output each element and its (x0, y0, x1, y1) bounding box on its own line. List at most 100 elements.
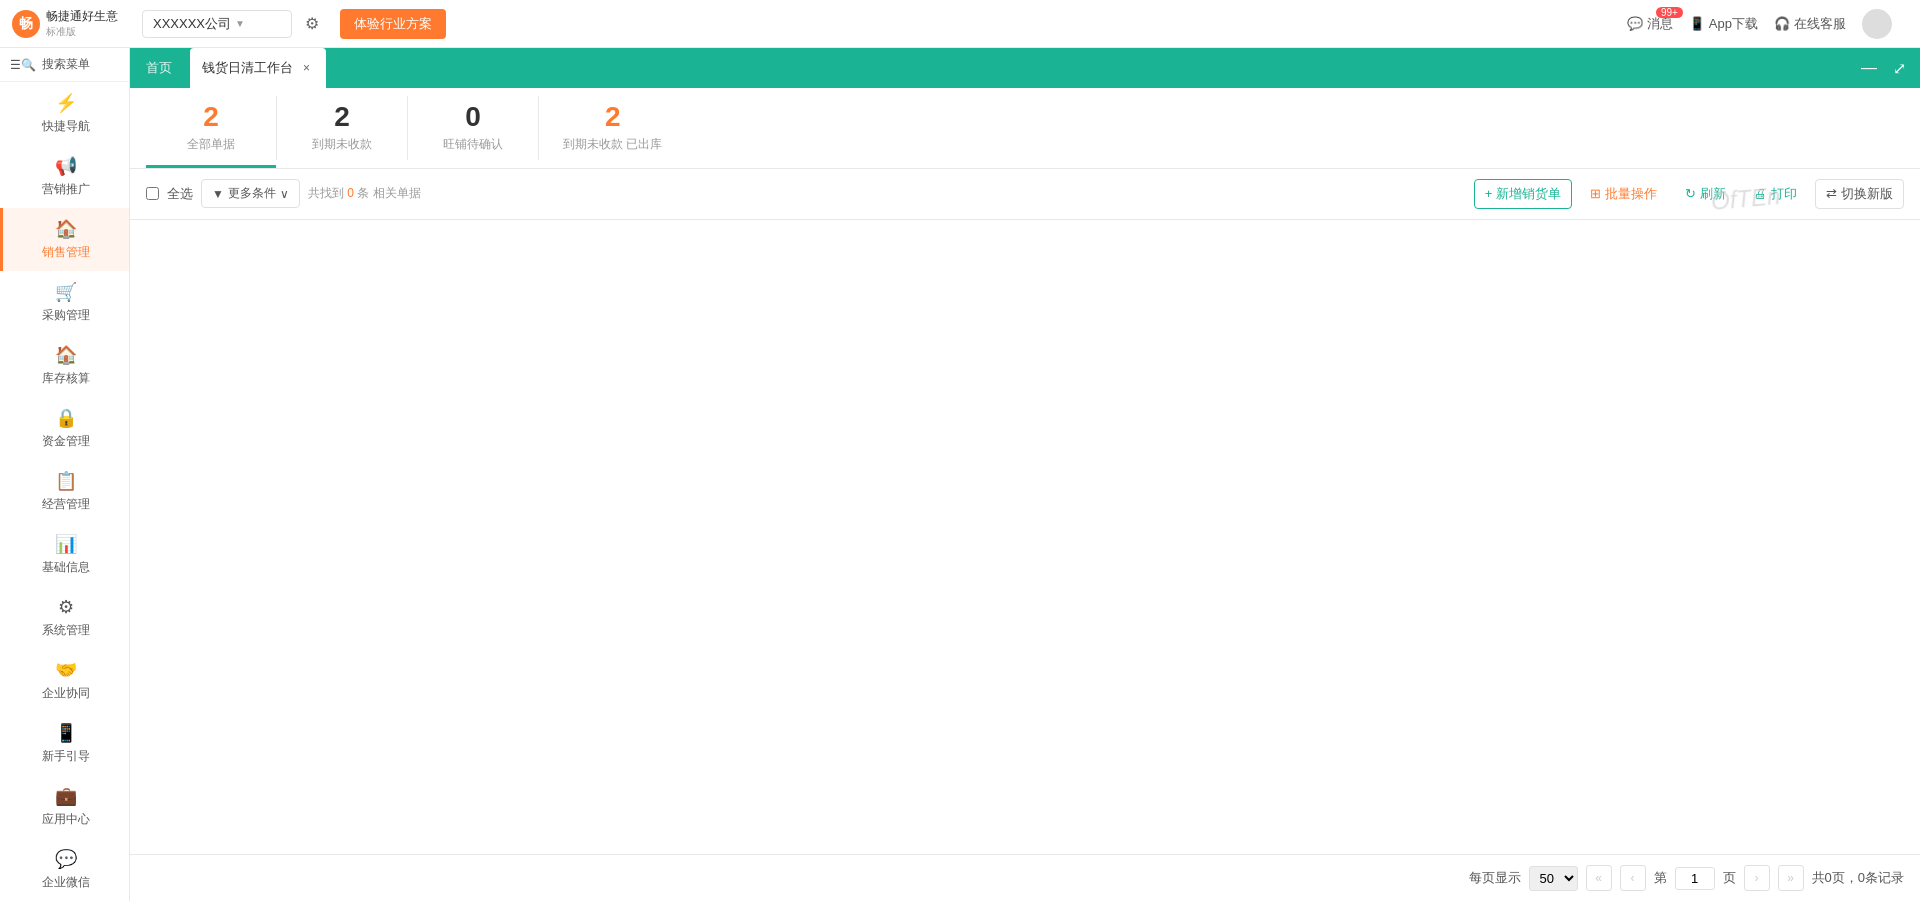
select-all-checkbox[interactable] (146, 187, 159, 200)
filter-icon: ▼ (212, 187, 224, 201)
stat-count-shipped: 2 (563, 100, 662, 134)
stats-row: 2 全部单据 2 到期未收款 0 旺铺待确认 2 到期未收款 已出库 (130, 88, 1920, 169)
sidebar: ☰🔍 搜索菜单 ⚡ 快捷导航 📢 营销推广 🏠 销售管理 🛒 采购管理 🏠 库存… (0, 48, 130, 901)
header-right: 💬 消息 99+ 📱 App下载 🎧 在线客服 (1627, 9, 1908, 39)
marketing-icon: 📢 (55, 155, 77, 177)
sidebar-item-newbie[interactable]: 📱 新手引导 (0, 712, 129, 775)
tab-maximize-button[interactable]: ⤢ (1887, 55, 1912, 82)
tab-close-icon[interactable]: × (299, 59, 314, 77)
newbie-icon: 📱 (55, 722, 77, 744)
search-icon: ☰🔍 (10, 58, 36, 72)
prev-page-button[interactable]: ‹ (1620, 865, 1646, 891)
found-count: 0 (347, 186, 354, 200)
batch-operations-button[interactable]: ⊞ 批量操作 (1580, 180, 1667, 208)
sales-icon: 🏠 (55, 218, 77, 240)
sidebar-item-app-center[interactable]: 💼 应用中心 (0, 775, 129, 838)
toolbar: 全选 ▼ 更多条件 ∨ 共找到 0 条 相关单据 + 新增销货单 ⊞ 批量 (130, 169, 1920, 220)
company-name: XXXXXX公司 (153, 15, 231, 33)
message-icon: 💬 (1627, 16, 1643, 31)
app-download-button[interactable]: 📱 App下载 (1689, 15, 1758, 33)
stat-count-all: 2 (170, 100, 252, 134)
page-size-select[interactable]: 50 (1529, 866, 1578, 891)
avatar[interactable] (1862, 9, 1892, 39)
select-all-label: 全选 (167, 185, 193, 203)
logo-area: 畅 畅捷通好生意 标准版 (12, 9, 142, 38)
sidebar-item-operations[interactable]: 📋 经营管理 (0, 460, 129, 523)
stat-card-overdue[interactable]: 2 到期未收款 (277, 88, 407, 168)
sidebar-item-quick-nav[interactable]: ⚡ 快捷导航 (0, 82, 129, 145)
stat-card-shipped[interactable]: 2 到期未收款 已出库 (539, 88, 686, 168)
stat-card-all[interactable]: 2 全部单据 (146, 88, 276, 168)
tab-workbench[interactable]: 钱货日清工作台 × (190, 48, 326, 88)
first-page-button[interactable]: « (1586, 865, 1612, 891)
stat-count-pending: 0 (432, 100, 514, 134)
sidebar-item-cooperation[interactable]: 🤝 企业协同 (0, 649, 129, 712)
sidebar-item-system[interactable]: ⚙ 系统管理 (0, 586, 129, 649)
logo-text: 畅捷通好生意 标准版 (46, 9, 118, 38)
page-label: 第 (1654, 869, 1667, 887)
table-area (130, 220, 1920, 854)
batch-icon: ⊞ (1590, 186, 1601, 201)
tab-minimize-button[interactable]: — (1855, 55, 1883, 81)
top-header: 畅 畅捷通好生意 标准版 XXXXXX公司 ▼ ⚙ 体验行业方案 💬 消息 99… (0, 0, 1920, 48)
sidebar-item-marketing[interactable]: 📢 营销推广 (0, 145, 129, 208)
sidebar-item-inventory[interactable]: 🏠 库存核算 (0, 334, 129, 397)
tab-bar: 首页 钱货日清工作台 × — ⤢ (130, 48, 1920, 88)
stat-label-pending: 旺铺待确认 (432, 136, 514, 153)
stat-card-pending[interactable]: 0 旺铺待确认 (408, 88, 538, 168)
online-service-button[interactable]: 🎧 在线客服 (1774, 15, 1846, 33)
message-badge: 99+ (1656, 7, 1683, 18)
wechat-icon: 💬 (55, 848, 77, 870)
sidebar-item-sales[interactable]: 🏠 销售管理 (0, 208, 129, 271)
service-icon: 🎧 (1774, 16, 1790, 31)
try-industry-button[interactable]: 体验行业方案 (340, 9, 446, 39)
tab-home[interactable]: 首页 (130, 48, 188, 88)
switch-icon: ⇄ (1826, 186, 1837, 201)
add-sales-order-button[interactable]: + 新增销货单 (1474, 179, 1572, 209)
toolbar-right: + 新增销货单 ⊞ 批量操作 ↻ 刷新 🖨 打印 ⇄ (1474, 179, 1904, 209)
sidebar-item-wechat[interactable]: 💬 企业微信 (0, 838, 129, 901)
stat-label-overdue: 到期未收款 (301, 136, 383, 153)
sidebar-item-purchase[interactable]: 🛒 采购管理 (0, 271, 129, 334)
page-content: 2 全部单据 2 到期未收款 0 旺铺待确认 2 到期未收款 已出库 (130, 88, 1920, 901)
sidebar-item-basic-info[interactable]: 📊 基础信息 (0, 523, 129, 586)
basic-info-icon: 📊 (55, 533, 77, 555)
filter-button[interactable]: ▼ 更多条件 ∨ (201, 179, 300, 208)
chevron-down-icon: ▼ (235, 18, 245, 29)
page-suffix: 页 (1723, 869, 1736, 887)
app-center-icon: 💼 (55, 785, 77, 807)
finance-icon: 🔒 (55, 407, 77, 429)
print-button[interactable]: 🖨 打印 (1744, 180, 1807, 208)
total-info: 共0页，0条记录 (1812, 869, 1904, 887)
page-size-label: 每页显示 (1469, 869, 1521, 887)
system-icon: ⚙ (58, 596, 74, 618)
stat-count-overdue: 2 (301, 100, 383, 134)
cooperation-icon: 🤝 (55, 659, 77, 681)
company-selector[interactable]: XXXXXX公司 ▼ (142, 10, 292, 38)
refresh-icon: ↻ (1685, 186, 1696, 201)
settings-button[interactable]: ⚙ (296, 8, 328, 40)
message-button[interactable]: 💬 消息 99+ (1627, 15, 1673, 33)
gear-icon: ⚙ (305, 14, 319, 33)
switch-version-button[interactable]: ⇄ 切换新版 (1815, 179, 1904, 209)
content-area: 首页 钱货日清工作台 × — ⤢ 2 全部单据 2 到期未收款 (130, 48, 1920, 901)
purchase-icon: 🛒 (55, 281, 77, 303)
print-icon: 🖨 (1754, 186, 1767, 201)
main-layout: ☰🔍 搜索菜单 ⚡ 快捷导航 📢 营销推广 🏠 销售管理 🛒 采购管理 🏠 库存… (0, 48, 1920, 901)
stat-label-shipped: 到期未收款 已出库 (563, 136, 662, 153)
tab-bar-actions: — ⤢ (1855, 55, 1920, 82)
next-page-button[interactable]: › (1744, 865, 1770, 891)
sidebar-item-finance[interactable]: 🔒 资金管理 (0, 397, 129, 460)
found-text: 共找到 0 条 相关单据 (308, 185, 421, 202)
logo-icon: 畅 (12, 10, 40, 38)
download-icon: 📱 (1689, 16, 1705, 31)
refresh-button[interactable]: ↻ 刷新 (1675, 180, 1736, 208)
quick-nav-icon: ⚡ (55, 92, 77, 114)
operations-icon: 📋 (55, 470, 77, 492)
last-page-button[interactable]: » (1778, 865, 1804, 891)
filter-chevron-icon: ∨ (280, 187, 289, 201)
stat-label-all: 全部单据 (170, 136, 252, 153)
page-number-input[interactable] (1675, 867, 1715, 890)
search-menu-item[interactable]: ☰🔍 搜索菜单 (0, 48, 129, 82)
pagination-bar: 每页显示 50 « ‹ 第 页 › » 共0页，0条记录 (130, 854, 1920, 901)
